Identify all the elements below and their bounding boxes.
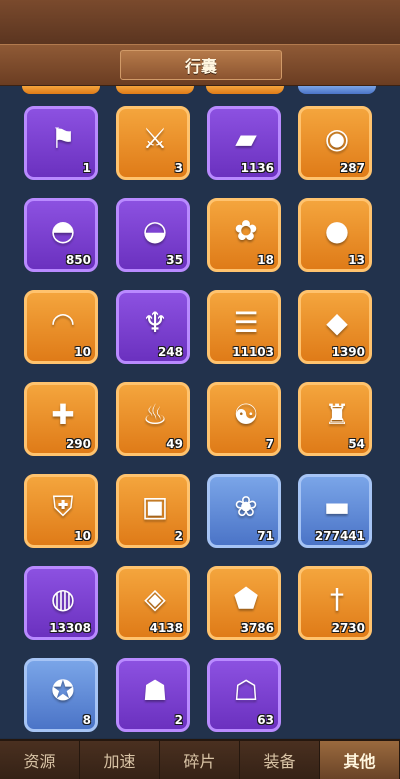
item-quantity: 7 (265, 437, 274, 451)
oil-lamp-icon: ♨ (142, 398, 168, 431)
item-quantity: 1 (82, 161, 91, 175)
item-tile-jade-dragon[interactable]: ☯ 7 (207, 382, 281, 456)
wood-log-icon: ▬ (323, 490, 351, 523)
golden-chest-icon: ▣ (141, 490, 169, 523)
wooden-token-icon: ♜ (324, 398, 350, 431)
partial-item-tile[interactable] (116, 86, 194, 94)
soldier-return-icon: ☖ (233, 674, 259, 707)
item-quantity: 13 (348, 253, 365, 267)
top-decoration (0, 0, 400, 46)
tab-speedup[interactable]: 加速 (80, 741, 160, 779)
sapphire-ore-icon: ◈ (144, 582, 166, 615)
item-tile-shield[interactable]: ⛨ 10 (24, 474, 98, 548)
peach-blossom-icon: ✿ (234, 214, 258, 247)
item-quantity: 13308 (49, 621, 91, 635)
persimmon-icon: ● (324, 214, 350, 247)
item-tile-dumpling[interactable]: ◠ 10 (24, 290, 98, 364)
item-tile-soldier-return[interactable]: ☖ 63 (207, 658, 281, 732)
item-quantity: 287 (339, 161, 365, 175)
item-tile-banner[interactable]: ⚑ 1 (24, 106, 98, 180)
item-quantity: 2730 (331, 621, 365, 635)
dagger-icon: † (330, 582, 344, 615)
item-quantity: 290 (65, 437, 91, 451)
steamed-bun-icon: ◓ (50, 214, 76, 247)
item-tile-drumstick[interactable]: ♆ 248 (116, 290, 190, 364)
item-tile-silver-seal[interactable]: ✪ 8 (24, 658, 98, 732)
dumpling-icon: ◠ (50, 306, 76, 339)
item-tile-dagger[interactable]: † 2730 (298, 566, 372, 640)
item-tile-coin[interactable]: ◉ 287 (298, 106, 372, 180)
item-tile-lamp[interactable]: ♨ 49 (116, 382, 190, 456)
category-tabs: 资源 加速 碎片 装备 其他 (0, 739, 400, 779)
item-tile-soldiers[interactable]: ☗ 2 (116, 658, 190, 732)
item-quantity: 3786 (240, 621, 274, 635)
leather-hide-icon: ▰ (235, 122, 257, 155)
item-quantity: 3 (174, 161, 183, 175)
item-quantity: 63 (257, 713, 274, 727)
item-quantity: 2 (174, 529, 183, 543)
item-tile-crystal[interactable]: ◆ 1390 (298, 290, 372, 364)
item-tile-puzzle[interactable]: ✚ 290 (24, 382, 98, 456)
partial-item-tile[interactable] (206, 86, 284, 94)
item-quantity: 2 (174, 713, 183, 727)
item-tile-crossed-swords[interactable]: ⚔ 3 (116, 106, 190, 180)
crystal-icon: ◆ (326, 306, 348, 339)
inventory-grid[interactable]: ⚑ 1 ⚔ 3 ▰ 1136 ◉ 287 ◓ 850 ◒ 35 ✿ 18 ● 13 ◠ 10 ♆ 248 ☰ 11103 ◆… (0, 86, 400, 738)
item-tile-chest[interactable]: ▣ 2 (116, 474, 190, 548)
item-tile-flower[interactable]: ✿ 18 (207, 198, 281, 272)
item-tile-bun[interactable]: ◓ 850 (24, 198, 98, 272)
item-tile-scroll[interactable]: ☰ 11103 (207, 290, 281, 364)
item-quantity: 1390 (331, 345, 365, 359)
item-tile-persimmon[interactable]: ● 13 (298, 198, 372, 272)
item-quantity: 277441 (314, 529, 365, 543)
battle-banner-icon: ⚑ (50, 122, 76, 155)
item-quantity: 11103 (232, 345, 274, 359)
item-quantity: 248 (157, 345, 183, 359)
tab-equipment[interactable]: 装备 (240, 741, 320, 779)
soldiers-speedup-icon: ☗ (142, 674, 168, 707)
item-tile-hide[interactable]: ▰ 1136 (207, 106, 281, 180)
bronze-coin-icon: ◉ (324, 122, 350, 155)
item-quantity: 850 (65, 253, 91, 267)
item-quantity: 54 (348, 437, 365, 451)
silver-seal-icon: ✪ (51, 674, 75, 707)
partial-item-tile[interactable] (298, 86, 376, 94)
item-quantity: 1136 (240, 161, 274, 175)
page-title: 行囊 (120, 50, 282, 80)
item-quantity: 10 (74, 529, 91, 543)
jade-stone-icon: ⬟ (233, 582, 259, 615)
tab-resources[interactable]: 资源 (0, 741, 80, 779)
scroll-icon: ☰ (233, 306, 259, 339)
item-tile-jade-stone[interactable]: ⬟ 3786 (207, 566, 281, 640)
item-tile-log[interactable]: ▬ 277441 (298, 474, 372, 548)
crossed-swords-icon: ⚔ (142, 122, 168, 155)
tab-other[interactable]: 其他 (320, 741, 400, 779)
partial-item-tile[interactable] (22, 86, 100, 94)
item-quantity: 35 (166, 253, 183, 267)
item-tile-cake[interactable]: ◒ 35 (116, 198, 190, 272)
item-tile-token[interactable]: ♜ 54 (298, 382, 372, 456)
item-quantity: 49 (166, 437, 183, 451)
gold-ore-icon: ◍ (50, 582, 76, 615)
item-quantity: 18 (257, 253, 274, 267)
drumstick-icon: ♆ (142, 306, 168, 339)
item-quantity: 8 (82, 713, 91, 727)
jade-dragon-icon: ☯ (233, 398, 259, 431)
item-tile-sapphire[interactable]: ◈ 4138 (116, 566, 190, 640)
tab-fragments[interactable]: 碎片 (160, 741, 240, 779)
buns-plate-icon: ❀ (234, 490, 258, 523)
item-tile-buns[interactable]: ❀ 71 (207, 474, 281, 548)
item-quantity: 4138 (149, 621, 183, 635)
puzzle-fragment-icon: ✚ (51, 398, 75, 431)
item-tile-gold-ore[interactable]: ◍ 13308 (24, 566, 98, 640)
item-quantity: 10 (74, 345, 91, 359)
item-quantity: 71 (257, 529, 274, 543)
cake-icon: ◒ (142, 214, 168, 247)
shield-icon: ⛨ (52, 490, 74, 523)
